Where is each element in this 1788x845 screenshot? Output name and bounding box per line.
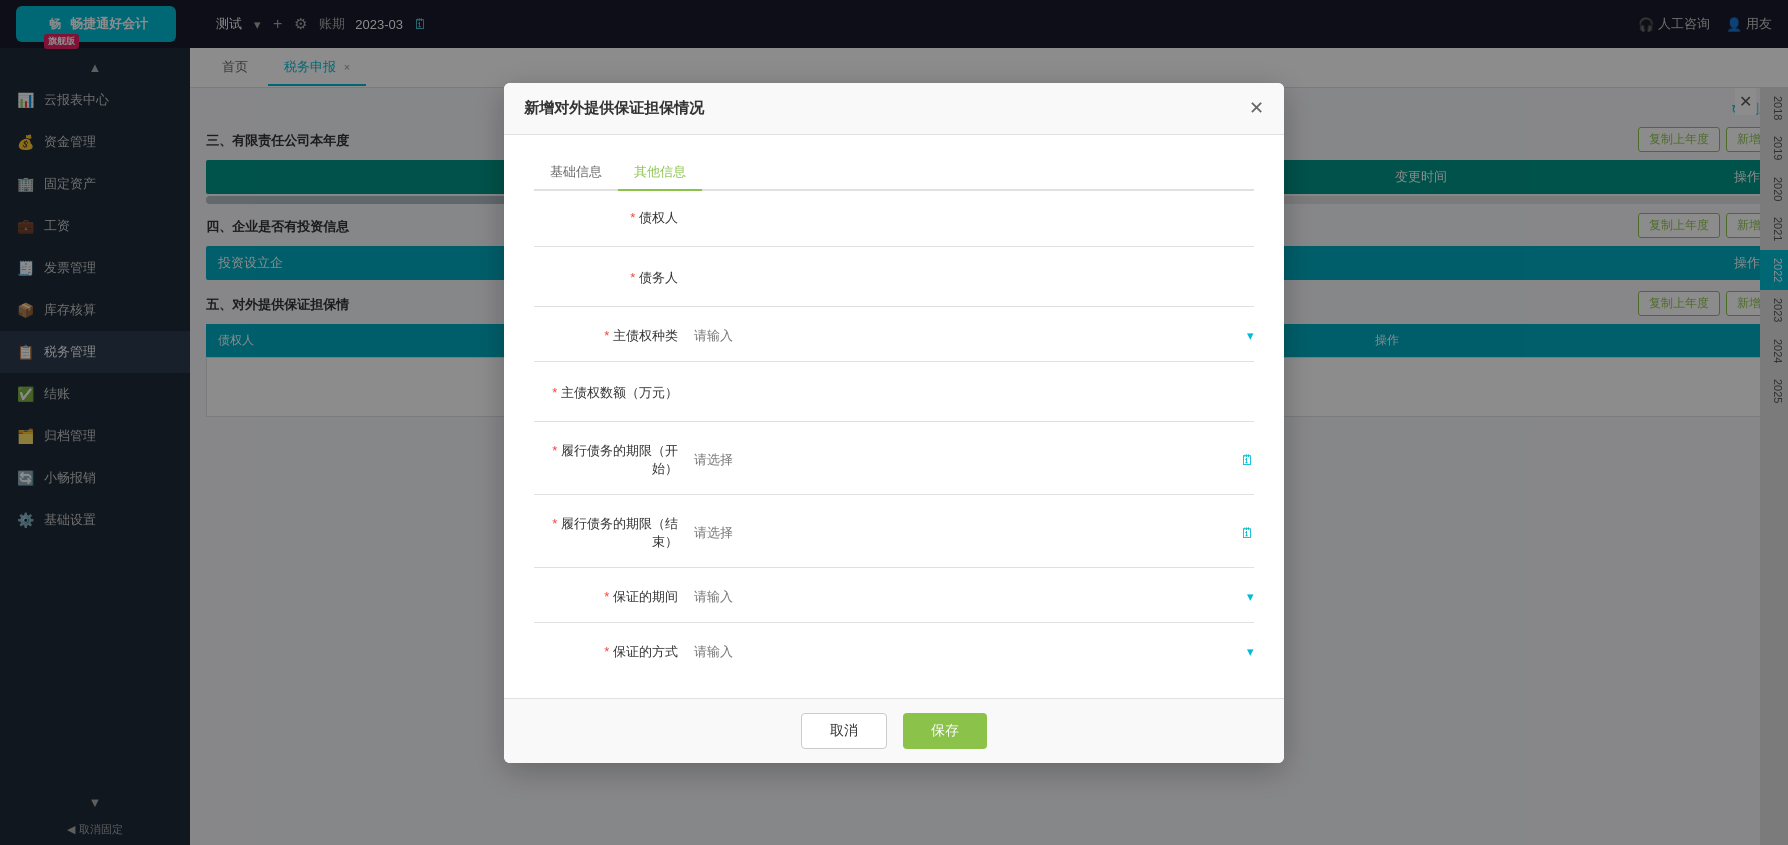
creditor-input[interactable] (694, 207, 1254, 230)
form-row-creditor: * 债权人 (534, 207, 1254, 247)
dialog: 新增对外提供保证担保情况 ✕ 基础信息 其他信息 * 债权人 (504, 83, 1284, 763)
debt-type-label-text: 主债权种类 (613, 328, 678, 343)
guarantee-period-arrow[interactable]: ▾ (1247, 589, 1254, 604)
period-start-label: * 履行债务的期限（开始） (534, 442, 694, 478)
guarantee-period-label-text: 保证的期间 (613, 589, 678, 604)
debt-type-label: * 主债权种类 (534, 327, 694, 345)
creditor-label: * 债权人 (534, 209, 694, 227)
dialog-body: 基础信息 其他信息 * 债权人 * 债务人 (504, 135, 1284, 698)
period-end-label: * 履行债务的期限（结束） (534, 515, 694, 551)
guarantee-method-wrapper[interactable]: ▾ (694, 644, 1254, 659)
form-row-period-start: * 履行债务的期限（开始） 🗓 (534, 442, 1254, 495)
creditor-label-text: 债权人 (639, 210, 678, 225)
period-end-calendar-icon[interactable]: 🗓 (1240, 525, 1254, 541)
form-row-debt-amount: * 主债权数额（万元） (534, 382, 1254, 422)
debtor-label-text: 债务人 (639, 270, 678, 285)
guarantee-method-arrow[interactable]: ▾ (1247, 644, 1254, 659)
period-end-wrapper[interactable]: 🗓 (694, 525, 1254, 541)
cancel-button[interactable]: 取消 (801, 713, 887, 749)
guarantee-period-required: * (604, 589, 609, 604)
dialog-title: 新增对外提供保证担保情况 (524, 99, 704, 118)
form-row-guarantee-period: * 保证的期间 ▾ (534, 588, 1254, 623)
debt-amount-label-text: 主债权数额（万元） (561, 385, 678, 400)
period-end-required: * (552, 516, 557, 531)
debt-type-required: * (604, 328, 609, 343)
form-row-debt-type: * 主债权种类 ▾ (534, 327, 1254, 362)
guarantee-period-input[interactable] (694, 589, 1247, 604)
guarantee-method-label: * 保证的方式 (534, 643, 694, 661)
guarantee-method-input[interactable] (694, 644, 1247, 659)
debtor-input[interactable] (694, 267, 1254, 290)
period-start-required: * (552, 443, 557, 458)
dialog-sub-tabs: 基础信息 其他信息 (534, 155, 1254, 191)
debt-type-select-wrapper[interactable]: ▾ (694, 328, 1254, 343)
dialog-header: 新增对外提供保证担保情况 ✕ (504, 83, 1284, 135)
period-end-input[interactable] (694, 525, 1240, 540)
debt-type-input[interactable] (694, 328, 1247, 343)
guarantee-period-label: * 保证的期间 (534, 588, 694, 606)
debtor-required: * (630, 270, 635, 285)
dialog-tab-other[interactable]: 其他信息 (618, 155, 702, 191)
debt-amount-label: * 主债权数额（万元） (534, 384, 694, 402)
debtor-label: * 债务人 (534, 269, 694, 287)
form-row-guarantee-method: * 保证的方式 ▾ (534, 643, 1254, 677)
period-start-calendar-icon[interactable]: 🗓 (1240, 452, 1254, 468)
dialog-tab-other-label: 其他信息 (634, 164, 686, 179)
creditor-required: * (630, 210, 635, 225)
form-row-period-end: * 履行债务的期限（结束） 🗓 (534, 515, 1254, 568)
period-end-label-text: 履行债务的期限（结束） (561, 516, 678, 549)
save-button[interactable]: 保存 (903, 713, 987, 749)
modal-overlay: 新增对外提供保证担保情况 ✕ 基础信息 其他信息 * 债权人 (0, 0, 1788, 845)
period-start-wrapper[interactable]: 🗓 (694, 452, 1254, 468)
debt-amount-required: * (552, 385, 557, 400)
guarantee-method-required: * (604, 644, 609, 659)
dialog-close-button[interactable]: ✕ (1249, 99, 1264, 117)
guarantee-period-wrapper[interactable]: ▾ (694, 589, 1254, 604)
debt-amount-input[interactable] (694, 382, 1254, 405)
dialog-tab-basic[interactable]: 基础信息 (534, 155, 618, 189)
form-row-debtor: * 债务人 (534, 267, 1254, 307)
dialog-tab-basic-label: 基础信息 (550, 164, 602, 179)
period-start-input[interactable] (694, 452, 1240, 467)
period-start-label-text: 履行债务的期限（开始） (561, 443, 678, 476)
guarantee-method-label-text: 保证的方式 (613, 644, 678, 659)
dialog-footer: 取消 保存 (504, 698, 1284, 763)
debt-type-arrow[interactable]: ▾ (1247, 328, 1254, 343)
